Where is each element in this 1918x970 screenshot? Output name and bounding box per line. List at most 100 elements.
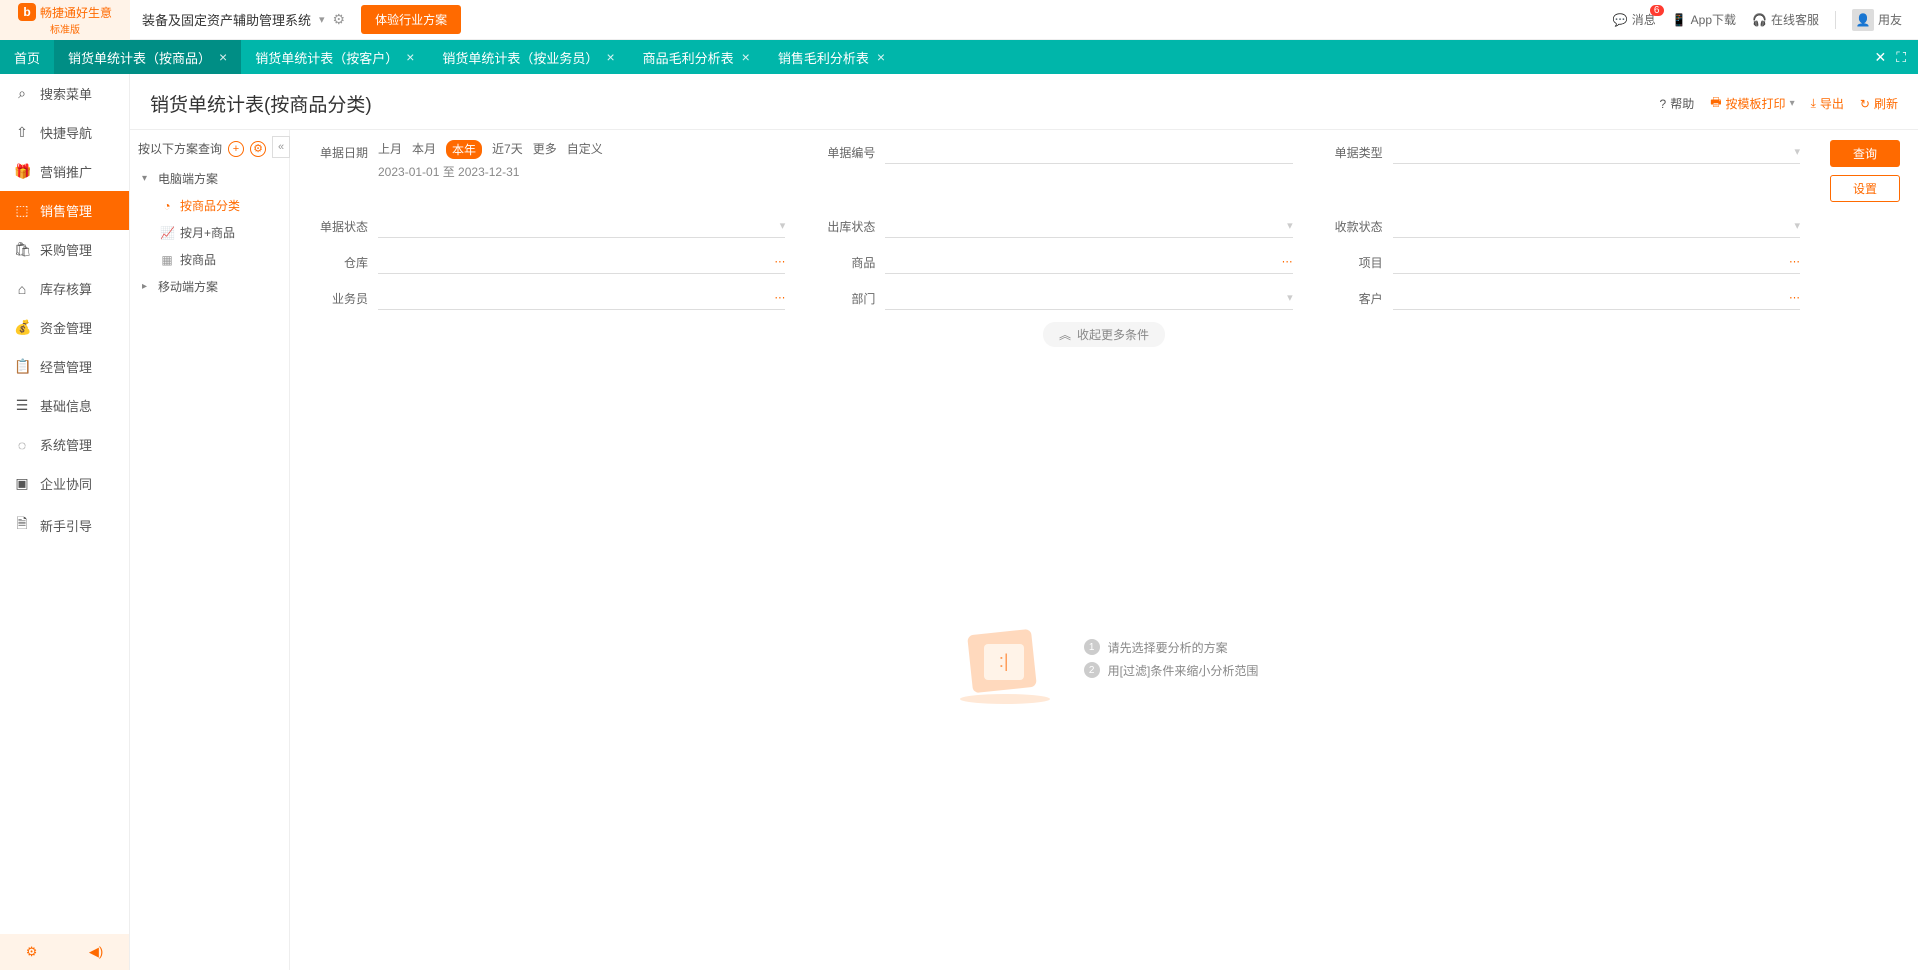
- date-option[interactable]: 更多: [533, 140, 557, 159]
- setting-button[interactable]: 设置: [1830, 175, 1900, 202]
- header-right: 💬 消息 6 📱 App下载 🎧 在线客服 👤 用友: [1613, 9, 1918, 31]
- divider: [1835, 11, 1836, 29]
- chevron-down-icon: ▾: [1794, 219, 1800, 232]
- close-icon[interactable]: ×: [606, 49, 614, 65]
- chevron-down-icon: ▾: [1287, 291, 1293, 304]
- warehouse-select[interactable]: ⋯: [378, 250, 785, 274]
- page-title: 销货单统计表(按商品分类): [150, 90, 372, 117]
- dept-select[interactable]: ▾: [885, 286, 1292, 310]
- menu-item[interactable]: 💰资金管理: [0, 308, 129, 347]
- tab[interactable]: 商品毛利分析表×: [629, 40, 764, 74]
- tree-leaf[interactable]: 📈按月+商品: [138, 219, 281, 246]
- menu-item[interactable]: ⬚销售管理: [0, 191, 129, 230]
- system-selector[interactable]: 装备及固定资产辅助管理系统 ▾: [142, 10, 325, 29]
- filter-doc-no: 单据编号: [815, 140, 1292, 164]
- empty-state: :| 1 请先选择要分析的方案 2 用[过滤]条件来缩小分析范围: [290, 347, 1918, 970]
- online-service-button[interactable]: 🎧 在线客服: [1752, 11, 1819, 28]
- gear-icon[interactable]: ⚙: [333, 11, 346, 28]
- menu-item[interactable]: 🗎新手引导: [0, 503, 129, 547]
- salesman-select[interactable]: ⋯: [378, 286, 785, 310]
- close-icon[interactable]: ×: [406, 49, 414, 65]
- scheme-icon: ◔: [160, 199, 174, 213]
- config-scheme-button[interactable]: ⚙: [250, 141, 266, 157]
- top-header: b 畅捷通好生意 标准版 装备及固定资产辅助管理系统 ▾ ⚙ 体验行业方案 💬 …: [0, 0, 1918, 40]
- tab[interactable]: 销货单统计表（按商品）×: [54, 40, 241, 74]
- experience-button[interactable]: 体验行业方案: [361, 5, 461, 34]
- message-badge: 6: [1650, 5, 1664, 16]
- filter-product: 商品 ⋯: [815, 250, 1292, 274]
- date-option[interactable]: 本年: [446, 140, 482, 159]
- chevron-down-icon: ▾: [1794, 145, 1800, 158]
- add-scheme-button[interactable]: +: [228, 141, 244, 157]
- app-download-button[interactable]: 📱 App下载: [1672, 11, 1736, 28]
- tree-group[interactable]: ▸移动端方案: [138, 273, 281, 300]
- menu-item[interactable]: ⌂库存核算: [0, 269, 129, 308]
- logo-text: 畅捷通好生意: [40, 4, 112, 21]
- menu-item[interactable]: 🎁营销推广: [0, 152, 129, 191]
- menu-item[interactable]: ⌕搜索菜单: [0, 74, 129, 113]
- help-button[interactable]: ? 帮助: [1660, 95, 1695, 112]
- message-button[interactable]: 💬 消息 6: [1613, 11, 1656, 28]
- scheme-tree: ▾电脑端方案◔按商品分类📈按月+商品▦按商品▸移动端方案: [138, 165, 281, 300]
- fullscreen-icon[interactable]: ⛶: [1896, 49, 1906, 66]
- doc-status-select[interactable]: ▾: [378, 214, 785, 238]
- date-option[interactable]: 自定义: [567, 140, 603, 159]
- menu-icon: ⌂: [14, 281, 30, 297]
- close-icon[interactable]: ×: [742, 49, 750, 65]
- tab[interactable]: 销售毛利分析表×: [764, 40, 899, 74]
- more-icon: ⋯: [774, 291, 785, 304]
- tree-leaf[interactable]: ◔按商品分类: [138, 192, 281, 219]
- chevron-down-icon: ▾: [1287, 219, 1293, 232]
- customer-select[interactable]: ⋯: [1393, 286, 1800, 310]
- logo-subtitle: 标准版: [50, 21, 80, 36]
- close-icon[interactable]: ×: [219, 49, 227, 65]
- collapse-filters-button[interactable]: ︽ 收起更多条件: [1043, 322, 1165, 347]
- menu-item[interactable]: ⇧快捷导航: [0, 113, 129, 152]
- out-status-select[interactable]: ▾: [885, 214, 1292, 238]
- headset-icon: 🎧: [1752, 13, 1767, 27]
- filter-dept: 部门 ▾: [815, 286, 1292, 310]
- tab[interactable]: 首页: [0, 40, 54, 74]
- caret-icon: ▾: [142, 173, 152, 184]
- product-select[interactable]: ⋯: [885, 250, 1292, 274]
- date-option[interactable]: 近7天: [492, 140, 523, 159]
- tab[interactable]: 销货单统计表（按业务员）×: [428, 40, 628, 74]
- scheme-icon: 📈: [160, 226, 174, 240]
- project-select[interactable]: ⋯: [1393, 250, 1800, 274]
- empty-step-2: 2 用[过滤]条件来缩小分析范围: [1084, 662, 1259, 679]
- scheme-panel: 按以下方案查询 + ⚙ « ▾电脑端方案◔按商品分类📈按月+商品▦按商品▸移动端…: [130, 130, 290, 970]
- close-icon[interactable]: ×: [877, 49, 885, 65]
- logo-icon: b: [18, 3, 36, 21]
- menu-icon: 💰: [14, 319, 30, 336]
- collapse-menu-icon[interactable]: ◀): [89, 944, 103, 960]
- tree-group[interactable]: ▾电脑端方案: [138, 165, 281, 192]
- refresh-button[interactable]: ↻ 刷新: [1860, 95, 1898, 112]
- print-button[interactable]: 🖶 按模板打印 ▾: [1710, 93, 1794, 114]
- menu-icon: ⇧: [14, 124, 30, 141]
- export-button[interactable]: ⤓ 导出: [1811, 95, 1844, 112]
- tab[interactable]: 销货单统计表（按客户）×: [241, 40, 428, 74]
- tree-leaf[interactable]: ▦按商品: [138, 246, 281, 273]
- chevron-up-icon: ︽: [1059, 326, 1071, 343]
- collapse-panel-button[interactable]: «: [272, 136, 290, 158]
- filter-date: 单据日期 上月本月本年近7天更多自定义 2023-01-01 至 2023-12…: [308, 140, 785, 180]
- query-button[interactable]: 查询: [1830, 140, 1900, 167]
- pay-status-select[interactable]: ▾: [1393, 214, 1800, 238]
- menu-item[interactable]: 📋经营管理: [0, 347, 129, 386]
- menu-icon: 🎁: [14, 163, 30, 180]
- close-all-icon[interactable]: ✕: [1874, 49, 1886, 66]
- doc-type-select[interactable]: ▾: [1393, 140, 1800, 164]
- main-content: 销货单统计表(按商品分类) ? 帮助 🖶 按模板打印 ▾ ⤓ 导出: [130, 74, 1918, 970]
- menu-item[interactable]: ☰基础信息: [0, 386, 129, 425]
- filter-area: 单据日期 上月本月本年近7天更多自定义 2023-01-01 至 2023-12…: [290, 130, 1918, 970]
- page-actions: ? 帮助 🖶 按模板打印 ▾ ⤓ 导出 ↻ 刷新: [1660, 93, 1898, 114]
- date-option[interactable]: 本月: [412, 140, 436, 159]
- doc-no-input[interactable]: [885, 140, 1292, 164]
- date-option[interactable]: 上月: [378, 140, 402, 159]
- settings-icon[interactable]: ⚙: [26, 944, 38, 960]
- menu-item[interactable]: 🛍采购管理: [0, 230, 129, 269]
- menu-item[interactable]: ◌系统管理: [0, 425, 129, 464]
- menu-item[interactable]: ▣企业协同: [0, 464, 129, 503]
- chevron-down-icon: ▾: [1790, 98, 1795, 109]
- user-menu[interactable]: 👤 用友: [1852, 9, 1902, 31]
